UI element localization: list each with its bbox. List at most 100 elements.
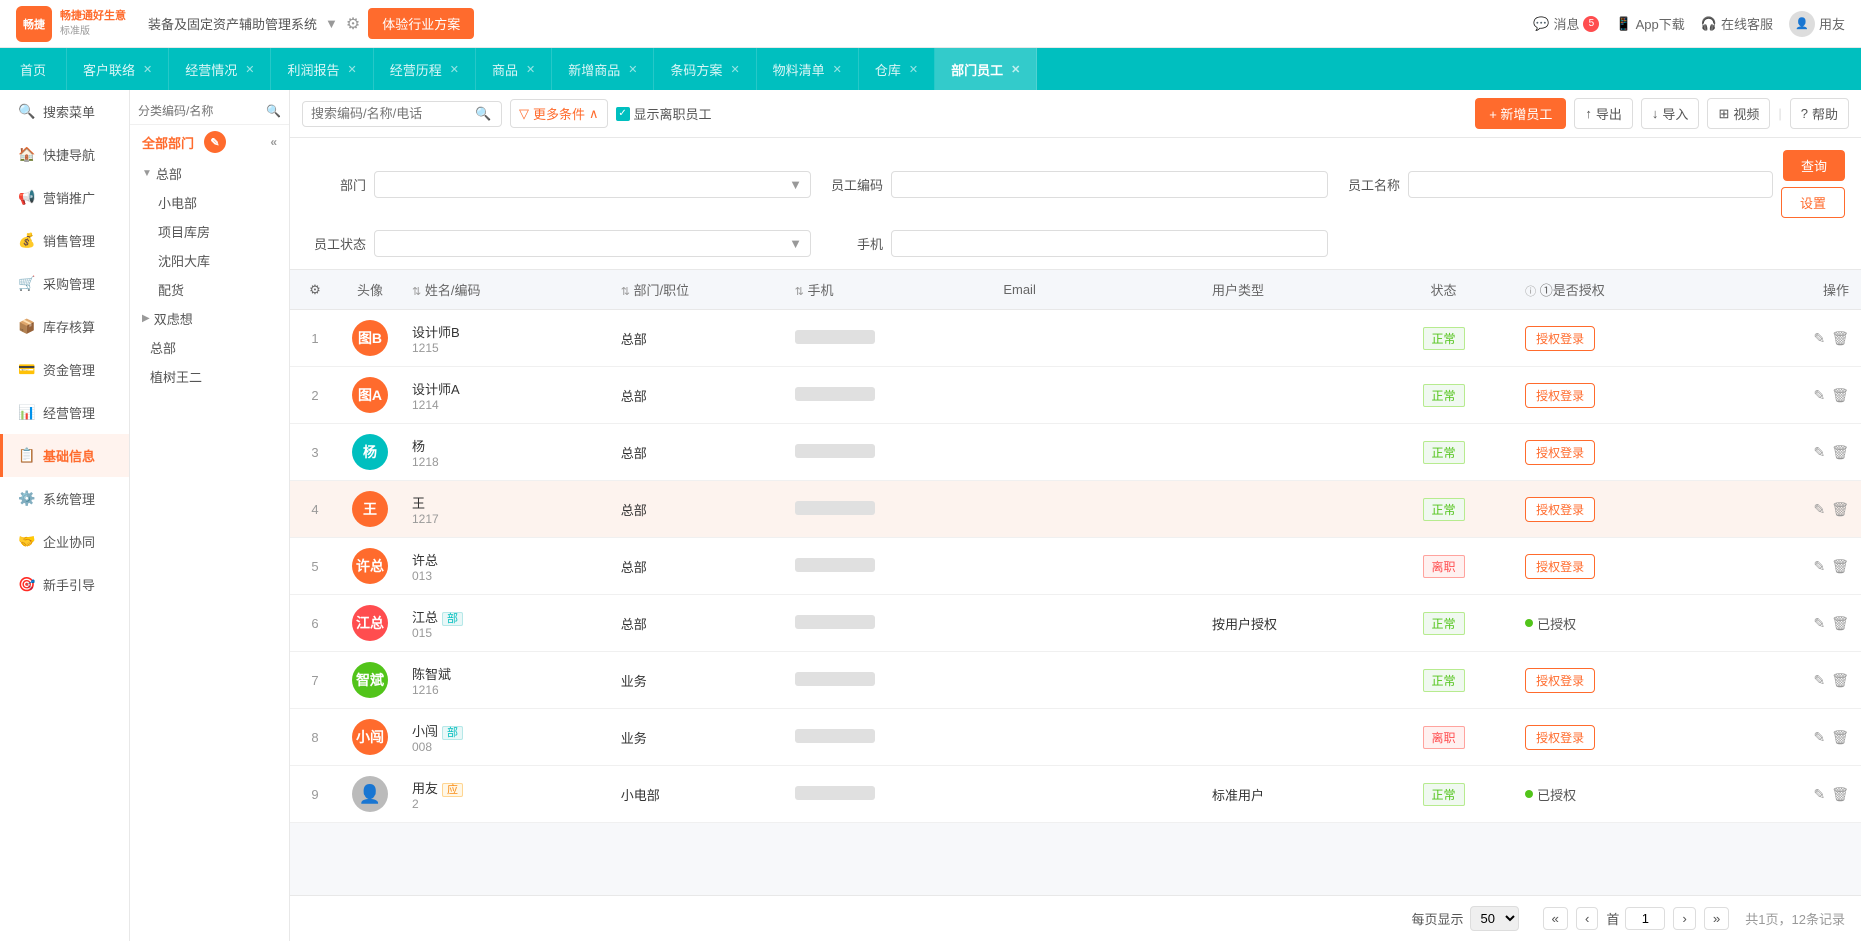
tab-close-profit[interactable]: ✕: [348, 63, 357, 76]
export-btn[interactable]: ↑ 导出: [1574, 98, 1633, 129]
auth-login-btn[interactable]: 授权登录: [1525, 668, 1595, 693]
sort-icon-phone[interactable]: ⇅: [795, 286, 804, 298]
auth-login-btn[interactable]: 授权登录: [1525, 554, 1595, 579]
tab-close-dept-employee[interactable]: ✕: [1011, 63, 1020, 76]
dept-filter-select[interactable]: ▼: [374, 171, 811, 198]
sidebar-item-guide[interactable]: 🎯 新手引导: [0, 563, 129, 606]
tab-close-customer[interactable]: ✕: [143, 63, 152, 76]
dept-item-peihuo[interactable]: 配货: [130, 275, 289, 304]
view-btn[interactable]: ⊞ 视频: [1707, 98, 1770, 129]
dept-item-shenyang[interactable]: 沈阳大库: [130, 246, 289, 275]
edit-icon[interactable]: ✎: [1813, 501, 1825, 518]
sort-icon-dept[interactable]: ⇅: [621, 286, 630, 298]
dept-group-zonbu[interactable]: ▼ 总部: [130, 159, 289, 188]
experience-button[interactable]: 体验行业方案: [368, 8, 474, 39]
prev-page-btn[interactable]: ‹: [1576, 907, 1598, 930]
tab-close-warehouse[interactable]: ✕: [909, 63, 918, 76]
last-page-btn[interactable]: »: [1704, 907, 1729, 930]
search-input[interactable]: [311, 106, 471, 121]
dept-item-project[interactable]: 项目库房: [130, 217, 289, 246]
tab-bom[interactable]: 物料清单 ✕: [757, 48, 859, 90]
app-download-link[interactable]: 📱 App下载: [1615, 14, 1684, 33]
tab-dept-employee[interactable]: 部门员工 ✕: [935, 48, 1037, 90]
edit-icon[interactable]: ✎: [1813, 672, 1825, 689]
tab-barcode[interactable]: 条码方案 ✕: [654, 48, 756, 90]
dropdown-icon[interactable]: ▼: [325, 16, 338, 31]
tab-close-history[interactable]: ✕: [450, 63, 459, 76]
sidebar-item-sales[interactable]: 💰 销售管理: [0, 219, 129, 262]
delete-icon[interactable]: 🗑: [1831, 330, 1849, 347]
online-service-link[interactable]: 🎧 在线客服: [1701, 14, 1773, 33]
delete-icon[interactable]: 🗑: [1831, 444, 1849, 461]
delete-icon[interactable]: 🗑: [1831, 615, 1849, 632]
dept-group-shuanglv[interactable]: ▶ 双虑想: [130, 304, 289, 333]
tab-close-bom[interactable]: ✕: [833, 63, 842, 76]
delete-icon[interactable]: 🗑: [1831, 786, 1849, 803]
sidebar-item-finance[interactable]: 💳 资金管理: [0, 348, 129, 391]
tab-operation[interactable]: 经营情况 ✕: [169, 48, 271, 90]
delete-icon[interactable]: 🗑: [1831, 672, 1849, 689]
auth-login-btn[interactable]: 授权登录: [1525, 383, 1595, 408]
edit-icon[interactable]: ✎: [1813, 330, 1825, 347]
edit-icon[interactable]: ✎: [1813, 387, 1825, 404]
edit-icon[interactable]: ✎: [1813, 729, 1825, 746]
tab-close-goods[interactable]: ✕: [526, 63, 535, 76]
auth-login-btn[interactable]: 授权登录: [1525, 326, 1595, 351]
page-number-input[interactable]: [1625, 907, 1665, 930]
sidebar-item-marketing[interactable]: 📢 营销推广: [0, 176, 129, 219]
page-size-select[interactable]: 50: [1470, 906, 1519, 931]
tab-customer[interactable]: 客户联络 ✕: [67, 48, 169, 90]
edit-icon[interactable]: ✎: [1813, 786, 1825, 803]
tab-goods[interactable]: 商品 ✕: [476, 48, 552, 90]
sidebar-item-purchase[interactable]: 🛒 采购管理: [0, 262, 129, 305]
first-page-btn[interactable]: «: [1543, 907, 1568, 930]
sidebar-item-inventory[interactable]: 📦 库存核算: [0, 305, 129, 348]
empcode-filter-input[interactable]: [891, 171, 1328, 198]
status-filter-select[interactable]: ▼: [374, 230, 811, 257]
auth-login-btn[interactable]: 授权登录: [1525, 440, 1595, 465]
sort-icon-name[interactable]: ⇅: [412, 286, 421, 298]
set-btn[interactable]: 设置: [1781, 187, 1845, 218]
next-page-btn[interactable]: ›: [1673, 907, 1695, 930]
show-resigned-toggle[interactable]: ✓ 显示离职员工: [616, 104, 712, 123]
sidebar-item-search[interactable]: 🔍 搜索菜单: [0, 90, 129, 133]
auth-login-btn[interactable]: 授权登录: [1525, 725, 1595, 750]
tab-close-new-goods[interactable]: ✕: [628, 63, 637, 76]
edit-icon[interactable]: ✎: [1813, 615, 1825, 632]
dept-item-zhishu[interactable]: 植树王二: [130, 362, 289, 391]
edit-dept-btn[interactable]: ✎: [204, 131, 226, 153]
tab-profit[interactable]: 利润报告 ✕: [271, 48, 373, 90]
delete-icon[interactable]: 🗑: [1831, 501, 1849, 518]
tab-history[interactable]: 经营历程 ✕: [374, 48, 476, 90]
sidebar-item-collab[interactable]: 🤝 企业协同: [0, 520, 129, 563]
tab-new-goods[interactable]: 新增商品 ✕: [552, 48, 654, 90]
sidebar-item-quicknav[interactable]: 🏠 快捷导航: [0, 133, 129, 176]
sidebar-item-system[interactable]: ⚙️ 系统管理: [0, 477, 129, 520]
search-icon-btn[interactable]: 🔍: [475, 106, 491, 122]
edit-icon[interactable]: ✎: [1813, 558, 1825, 575]
sidebar-item-management[interactable]: 📊 经营管理: [0, 391, 129, 434]
tab-close-operation[interactable]: ✕: [245, 63, 254, 76]
col-settings[interactable]: ⚙: [290, 270, 340, 310]
tab-home[interactable]: 首页: [0, 48, 67, 90]
edit-icon[interactable]: ✎: [1813, 444, 1825, 461]
delete-icon[interactable]: 🗑: [1831, 558, 1849, 575]
dept-item-zongbu2[interactable]: 总部: [130, 333, 289, 362]
import-btn[interactable]: ↓ 导入: [1641, 98, 1700, 129]
query-btn[interactable]: 查询: [1783, 150, 1845, 181]
settings-col-icon[interactable]: ⚙: [309, 282, 321, 297]
collapse-tree-btn[interactable]: «: [270, 135, 277, 149]
show-resigned-checkbox[interactable]: ✓: [616, 107, 630, 121]
add-employee-btn[interactable]: + 新增员工: [1475, 98, 1566, 129]
phone-filter-input[interactable]: [891, 230, 1328, 257]
more-filter-btn[interactable]: ▽ 更多条件 ∧: [510, 99, 608, 128]
dept-item-xiaodian[interactable]: 小电部: [130, 188, 289, 217]
settings-icon[interactable]: ⚙: [346, 14, 360, 34]
tab-warehouse[interactable]: 仓库 ✕: [859, 48, 935, 90]
auth-login-btn[interactable]: 授权登录: [1525, 497, 1595, 522]
dept-search-input[interactable]: [138, 104, 262, 118]
user-avatar[interactable]: 👤 用友: [1789, 11, 1845, 37]
help-btn[interactable]: ? 帮助: [1790, 98, 1849, 129]
tab-close-barcode[interactable]: ✕: [730, 63, 739, 76]
messages-link[interactable]: 💬 消息 5: [1533, 14, 1599, 33]
